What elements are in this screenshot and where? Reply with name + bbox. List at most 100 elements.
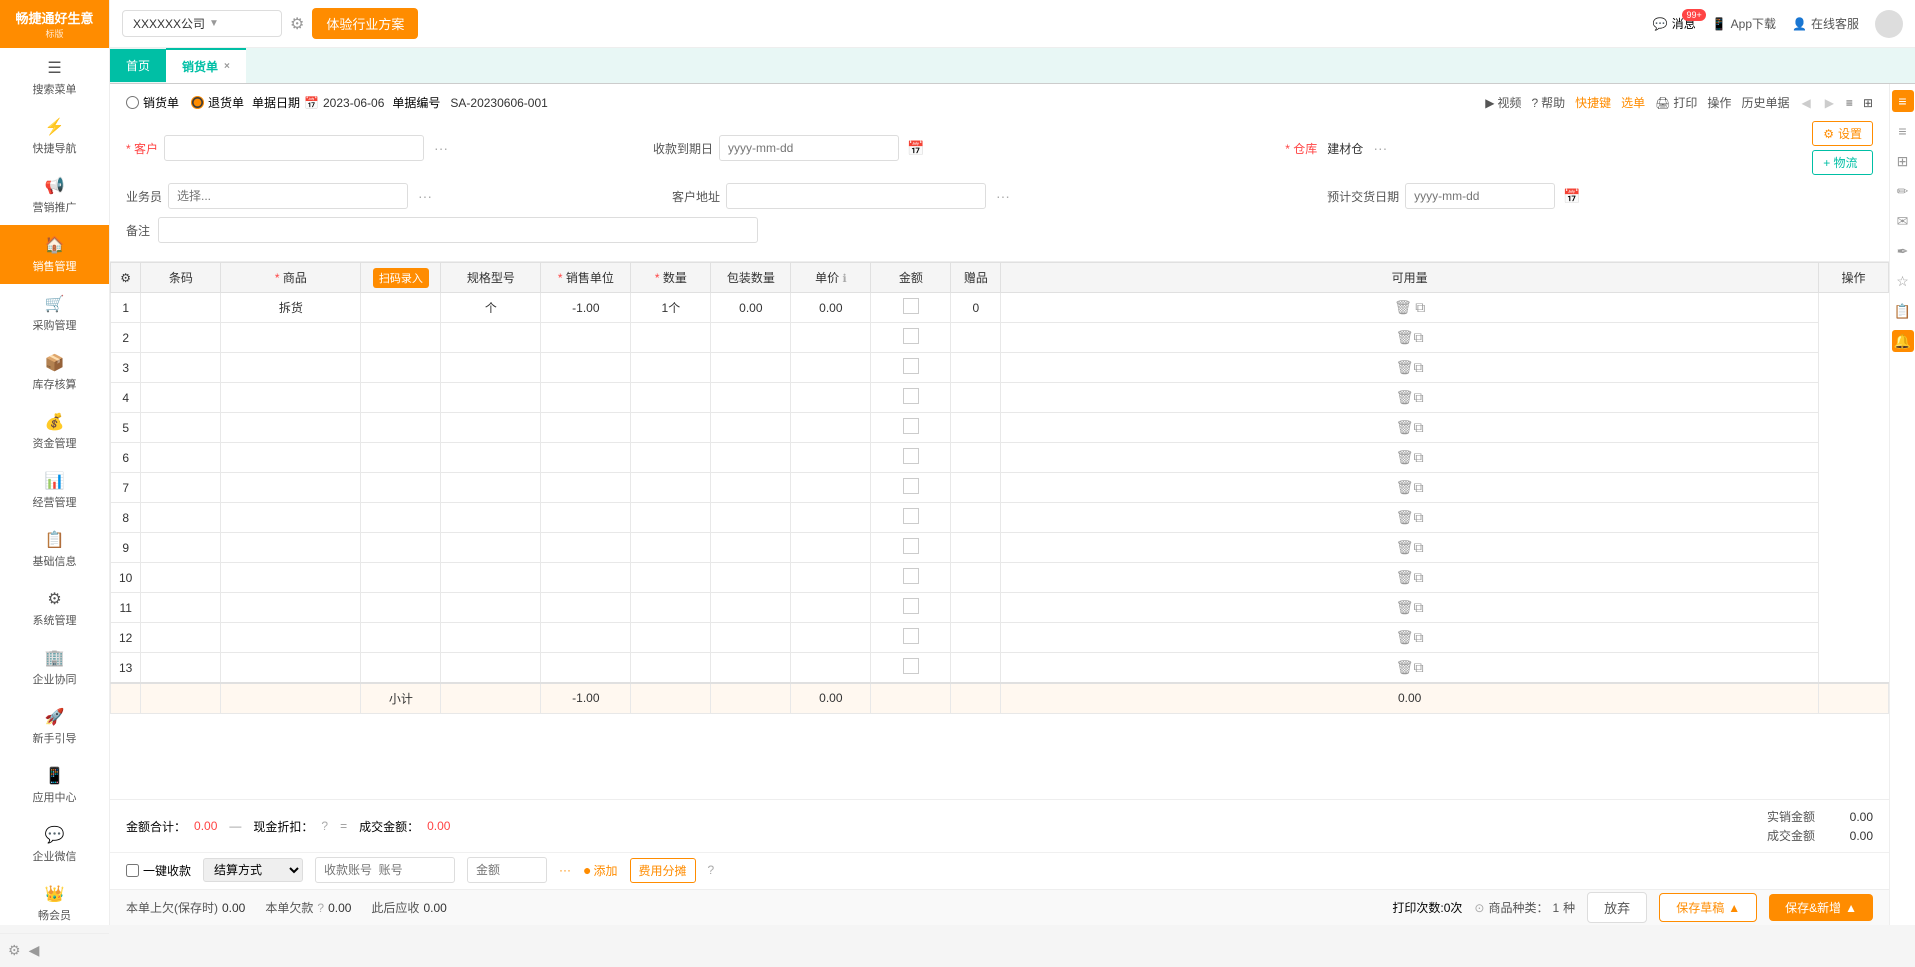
tab-close-icon[interactable]: × <box>224 61 230 72</box>
account-input[interactable] <box>315 857 455 883</box>
delete-row-btn[interactable]: 🗑 <box>1396 539 1414 555</box>
help-btn[interactable]: ? 帮助 <box>1531 94 1565 111</box>
copy-row-btn[interactable]: ⧉ <box>1414 629 1424 645</box>
one-key-pay-checkbox[interactable]: 一键收款 <box>126 862 191 879</box>
payment-due-input[interactable] <box>719 135 899 161</box>
col-scan[interactable]: 扫码录入 <box>361 263 441 293</box>
copy-row-1-btn[interactable]: ⧉ <box>1415 299 1425 315</box>
sidebar-item-enterprise[interactable]: 🏢 企业协同 <box>0 638 109 697</box>
save-new-button[interactable]: 保存&新增 ▲ <box>1769 894 1873 921</box>
remark-input[interactable] <box>158 217 758 243</box>
delete-row-btn[interactable]: 🗑 <box>1396 659 1414 675</box>
payment-due-calendar-icon[interactable]: 📅 <box>907 140 924 157</box>
sales-order-radio[interactable]: 销货单 <box>126 94 179 111</box>
debit-help-icon[interactable]: ? <box>317 901 324 915</box>
row-spec-1[interactable] <box>361 293 441 323</box>
row-unit-price-1[interactable]: 0.00 <box>711 293 791 323</box>
sales-radio-input[interactable] <box>126 96 139 109</box>
print-btn[interactable]: 🖨 打印 <box>1655 94 1697 111</box>
sidebar-item-wechat[interactable]: 💬 企业微信 <box>0 815 109 874</box>
sidebar-collapse-btn[interactable]: ◀ <box>29 942 40 959</box>
rt-star-btn[interactable]: ☆ <box>1892 270 1914 292</box>
message-button[interactable]: 💬 消息 99+ <box>1653 15 1696 32</box>
sidebar-item-purchase[interactable]: 🛒 采购管理 <box>0 284 109 343</box>
warehouse-dots-icon[interactable]: ··· <box>1373 140 1387 156</box>
company-selector[interactable]: XXXXXX公司 ▼ <box>122 10 282 37</box>
customer-addr-dots-icon[interactable]: ··· <box>996 188 1010 204</box>
tab-sales-order[interactable]: 销货单 × <box>166 48 246 83</box>
copy-row-btn[interactable]: ⧉ <box>1414 539 1424 555</box>
delete-row-btn[interactable]: 🗑 <box>1396 329 1414 345</box>
copy-row-btn[interactable]: ⧉ <box>1414 329 1424 345</box>
rt-notification-btn[interactable]: 🔔 <box>1892 330 1914 352</box>
scan-button[interactable]: 扫码录入 <box>373 268 429 288</box>
copy-row-btn[interactable]: ⧉ <box>1414 449 1424 465</box>
rt-list-view-btn[interactable]: ≡ <box>1892 90 1914 112</box>
copy-row-btn[interactable]: ⧉ <box>1414 359 1424 375</box>
add-dots-icon[interactable]: ··· <box>559 863 571 877</box>
delete-row-btn[interactable]: 🗑 <box>1396 419 1414 435</box>
delete-row-btn[interactable]: 🗑 <box>1396 479 1414 495</box>
shortcut-btn[interactable]: 快捷键 <box>1575 94 1611 111</box>
history-btn[interactable]: 历史单据 <box>1741 94 1789 111</box>
customer-addr-input[interactable] <box>726 183 986 209</box>
product-type-icon[interactable]: ⊙ <box>1474 901 1484 915</box>
save-draft-chevron-icon[interactable]: ▲ <box>1728 901 1740 915</box>
copy-row-btn[interactable]: ⧉ <box>1414 509 1424 525</box>
delete-row-btn[interactable]: 🗑 <box>1396 389 1414 405</box>
sidebar-item-quick-nav[interactable]: ⚡ 快捷导航 <box>0 107 109 166</box>
copy-row-btn[interactable]: ⧉ <box>1414 419 1424 435</box>
list-view-btn[interactable]: ≡ <box>1846 96 1853 110</box>
rt-pen-btn[interactable]: ✒ <box>1892 240 1914 262</box>
save-new-chevron-icon[interactable]: ▲ <box>1845 901 1857 915</box>
user-avatar[interactable] <box>1875 10 1903 38</box>
amount-input[interactable] <box>467 857 547 883</box>
logistics-button[interactable]: + 物流 <box>1812 150 1873 175</box>
rt-grid-view-btn[interactable]: ≡ <box>1892 120 1914 142</box>
sidebar-item-operations[interactable]: 📊 经营管理 <box>0 461 109 520</box>
salesperson-dots-icon[interactable]: ··· <box>418 188 432 204</box>
save-draft-button[interactable]: 保存草稿 ▲ <box>1659 893 1757 922</box>
copy-row-btn[interactable]: ⧉ <box>1414 569 1424 585</box>
settings-button[interactable]: ⚙ 设置 <box>1812 121 1873 146</box>
sidebar-item-search[interactable]: ☰ 搜索菜单 <box>0 48 109 107</box>
delete-row-1-btn[interactable]: 🗑 <box>1394 299 1412 315</box>
video-btn[interactable]: ▶ 视频 <box>1485 94 1521 111</box>
rt-clipboard-btn[interactable]: 📋 <box>1892 300 1914 322</box>
grid-view-btn[interactable]: ⊞ <box>1863 96 1873 110</box>
rt-layout-btn[interactable]: ⊞ <box>1892 150 1914 172</box>
delivery-date-input[interactable] <box>1405 183 1555 209</box>
col-settings[interactable]: ⚙ <box>111 263 141 293</box>
row-gift-1[interactable] <box>871 293 951 323</box>
row-barcode-1[interactable] <box>141 293 221 323</box>
row-quantity-1[interactable]: -1.00 <box>541 293 631 323</box>
copy-row-btn[interactable]: ⧉ <box>1414 599 1424 615</box>
sidebar-item-system[interactable]: ⚙ 系统管理 <box>0 579 109 638</box>
tab-home[interactable]: 首页 <box>110 49 166 82</box>
return-order-radio[interactable]: 退货单 <box>191 94 244 111</box>
settings-gear-icon[interactable]: ⚙ <box>290 14 304 34</box>
pay-method-select[interactable]: 结算方式 <box>203 858 303 882</box>
sidebar-item-basic[interactable]: 📋 基础信息 <box>0 520 109 579</box>
sidebar-item-guide[interactable]: 🚀 新手引导 <box>0 697 109 756</box>
salesperson-input[interactable] <box>168 183 408 209</box>
expense-split-btn[interactable]: 费用分摊 <box>630 858 696 883</box>
trial-button[interactable]: 体验行业方案 <box>312 8 418 39</box>
app-download-button[interactable]: 📱 App下载 <box>1712 15 1776 32</box>
sidebar-item-marketing[interactable]: 📢 营销推广 <box>0 166 109 225</box>
copy-row-btn[interactable]: ⧉ <box>1414 659 1424 675</box>
return-radio-input[interactable] <box>191 96 204 109</box>
sidebar-item-inventory[interactable]: 📦 库存核算 <box>0 343 109 402</box>
copy-row-btn[interactable]: ⧉ <box>1414 479 1424 495</box>
rt-edit-btn[interactable]: ✏ <box>1892 180 1914 202</box>
add-payment-btn[interactable]: ● 添加 <box>583 862 617 879</box>
delete-row-btn[interactable]: 🗑 <box>1396 599 1414 615</box>
select-btn[interactable]: 选单 <box>1621 94 1645 111</box>
delete-row-btn[interactable]: 🗑 <box>1396 569 1414 585</box>
delete-row-btn[interactable]: 🗑 <box>1396 449 1414 465</box>
delivery-date-calendar-icon[interactable]: 📅 <box>1563 188 1580 205</box>
cash-discount-help-icon[interactable]: ? <box>321 819 328 833</box>
sidebar-item-sales[interactable]: 🏠 销售管理 <box>0 225 109 284</box>
delete-row-btn[interactable]: 🗑 <box>1396 629 1414 645</box>
delete-row-btn[interactable]: 🗑 <box>1396 359 1414 375</box>
